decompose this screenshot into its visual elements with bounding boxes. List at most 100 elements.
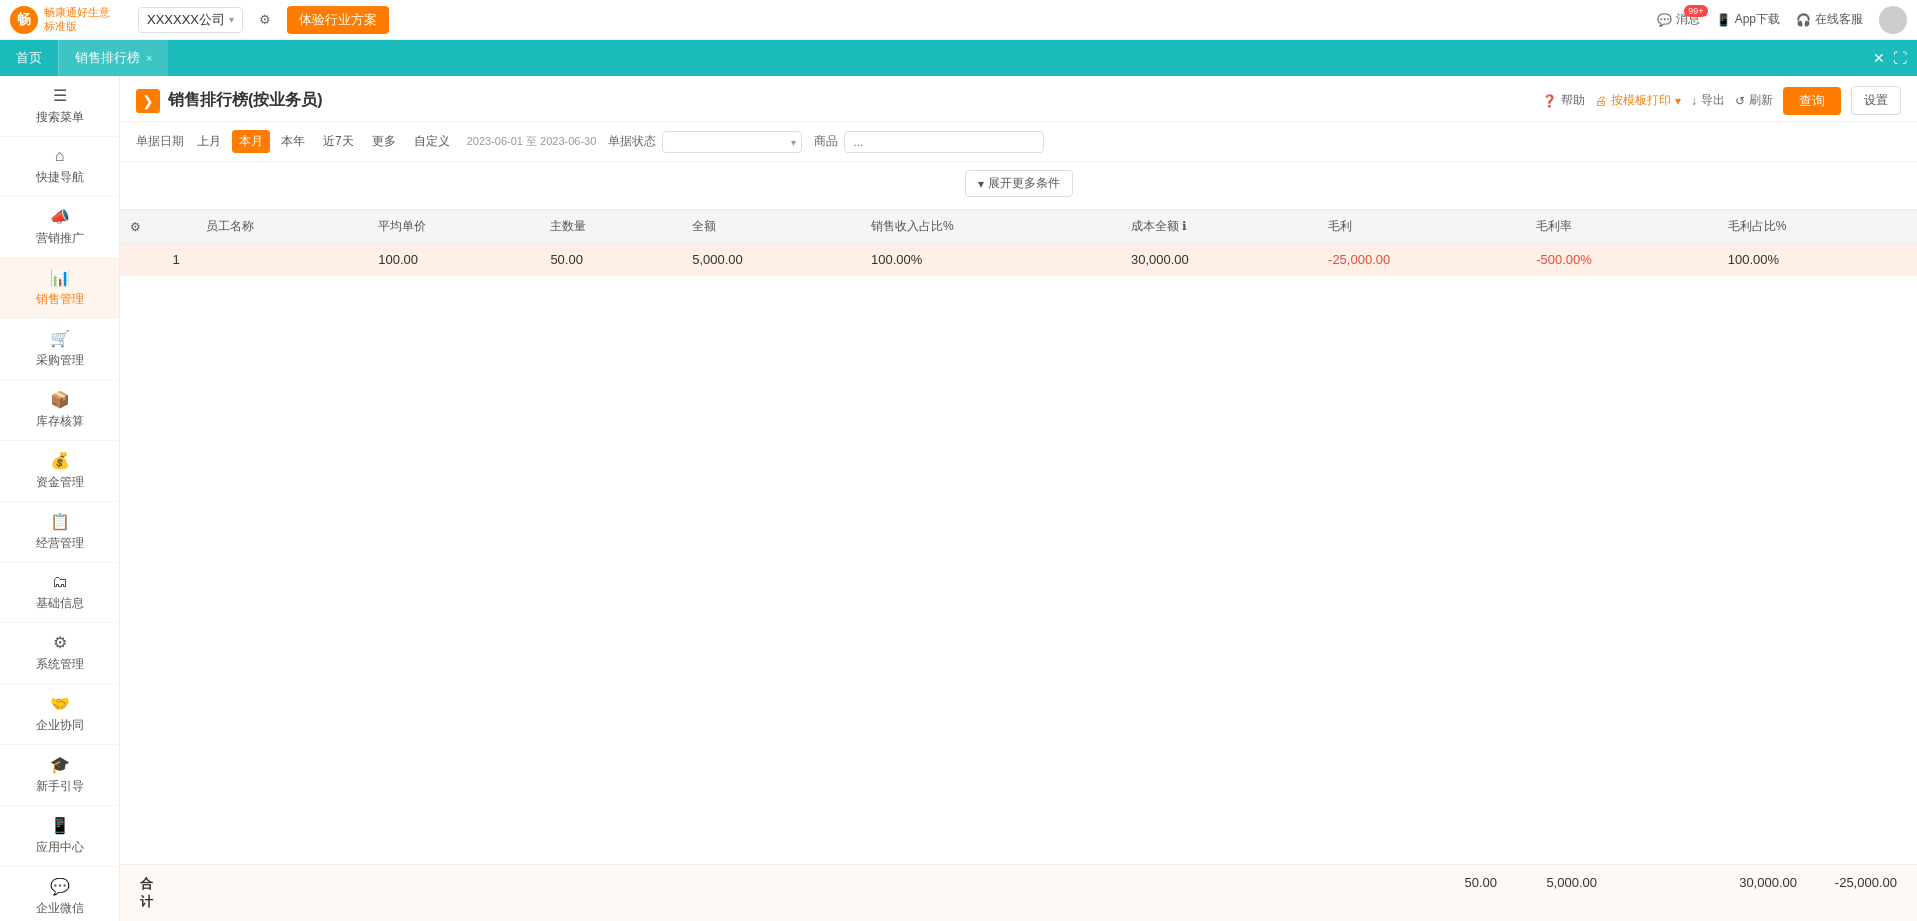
- settings-button[interactable]: 设置: [1851, 86, 1901, 115]
- sidebar-item-wechat[interactable]: 💬 企业微信: [0, 867, 119, 921]
- shortcut-7days[interactable]: 近7天: [316, 130, 361, 153]
- status-select-wrapper: [662, 131, 802, 153]
- tab-bar: 首页 销售排行榜 × ✕ ⛶: [0, 40, 1917, 76]
- footer-spacer1: [170, 873, 1427, 913]
- tab-home[interactable]: 首页: [0, 40, 59, 76]
- table-container: ⚙ 员工名称 平均单价 主数量 全额 销售收入占比% 成本全额 ℹ 毛利 毛利率…: [120, 210, 1917, 864]
- sidebar-item-sales[interactable]: 📊 销售管理: [0, 258, 119, 319]
- app-download-label: App下载: [1735, 11, 1780, 28]
- trial-button[interactable]: 体验行业方案: [287, 6, 389, 34]
- message-btn[interactable]: 💬 消息 99+: [1657, 11, 1700, 28]
- date-filter-group: 单据日期 上月 本月 本年 近7天 更多 自定义 2023-06-01 至 20…: [136, 130, 596, 153]
- shortcut-this-year[interactable]: 本年: [274, 130, 312, 153]
- help-btn[interactable]: ❓ 帮助: [1542, 92, 1585, 109]
- page-header: ❯ 销售排行榜(按业务员) ❓ 帮助 🖨 按模板打印 ▾ ↓ 导出: [120, 76, 1917, 122]
- row-sales-ratio-cell: 100.00%: [861, 244, 1121, 276]
- shortcut-more[interactable]: 更多: [365, 130, 403, 153]
- tab-expand-icon[interactable]: ⛶: [1893, 50, 1907, 66]
- print-dropdown-icon: ▾: [1675, 94, 1681, 108]
- sidebar-item-label-quicknav: 快捷导航: [36, 169, 84, 186]
- sidebar-item-guide[interactable]: 🎓 新手引导: [0, 745, 119, 806]
- finance-icon: 💰: [50, 451, 70, 470]
- sidebar-item-collab[interactable]: 🤝 企业协同: [0, 684, 119, 745]
- sidebar-item-apps[interactable]: 📱 应用中心: [0, 806, 119, 867]
- print-icon: 🖨: [1595, 94, 1607, 108]
- sales-ranking-table: ⚙ 员工名称 平均单价 主数量 全额 销售收入占比% 成本全额 ℹ 毛利 毛利率…: [120, 210, 1917, 276]
- col-main-qty: 主数量: [540, 210, 682, 244]
- refresh-icon: ↺: [1735, 94, 1745, 108]
- refresh-label: 刷新: [1749, 92, 1773, 109]
- help-icon: ❓: [1542, 94, 1557, 108]
- shortcut-last-month[interactable]: 上月: [190, 130, 228, 153]
- sidebar-item-label-sales: 销售管理: [36, 291, 84, 308]
- status-select[interactable]: [662, 131, 802, 153]
- tab-label: 销售排行榜: [75, 49, 140, 67]
- goods-input[interactable]: [844, 131, 1044, 153]
- col-gross-ratio: 毛利占比%: [1718, 210, 1917, 244]
- logo-text: 畅康通好生意 标准版: [44, 6, 110, 32]
- message-icon: 💬: [1657, 13, 1672, 27]
- sidebar-item-label-system: 系统管理: [36, 656, 84, 673]
- sidebar-item-basics[interactable]: 🗂 基础信息: [0, 563, 119, 623]
- sidebar-item-system[interactable]: ⚙ 系统管理: [0, 623, 119, 684]
- row-main-qty-cell: 50.00: [540, 244, 682, 276]
- company-selector[interactable]: XXXXXX公司 ▾: [138, 7, 243, 33]
- footer-main-qty: 50.00: [1427, 873, 1507, 913]
- date-shortcuts: 上月 本月 本年 近7天 更多 自定义: [190, 130, 457, 153]
- col-settings[interactable]: ⚙: [120, 210, 156, 244]
- company-name: XXXXXX公司: [147, 11, 225, 29]
- sales-icon: 📊: [50, 268, 70, 287]
- col-cost-amount: 成本全额 ℹ: [1121, 210, 1318, 244]
- tab-sales-ranking[interactable]: 销售排行榜 ×: [59, 40, 168, 76]
- shortcut-custom[interactable]: 自定义: [407, 130, 457, 153]
- basics-icon: 🗂: [52, 573, 68, 591]
- export-btn[interactable]: ↓ 导出: [1691, 92, 1725, 109]
- date-filter-label: 单据日期: [136, 133, 184, 150]
- system-icon: ⚙: [53, 633, 67, 652]
- goods-filter-group: 商品: [814, 131, 1044, 153]
- row-gross-ratio-cell: 100.00%: [1718, 244, 1917, 276]
- sidebar-item-finance[interactable]: 💰 资金管理: [0, 441, 119, 502]
- sidebar-item-operations[interactable]: 📋 经营管理: [0, 502, 119, 563]
- sidebar-item-purchase[interactable]: 🛒 采购管理: [0, 319, 119, 380]
- topbar-settings-icon[interactable]: ⚙: [251, 6, 279, 34]
- sidebar-item-inventory[interactable]: 📦 库存核算: [0, 380, 119, 441]
- expand-label: 展开更多条件: [988, 175, 1060, 192]
- search-menu-icon: ☰: [53, 86, 67, 105]
- sidebar-item-search[interactable]: ☰ 搜索菜单: [0, 76, 119, 137]
- expand-filter-btn[interactable]: ▾ 展开更多条件: [965, 170, 1073, 197]
- row-employee-cell: [196, 244, 368, 276]
- row-settings-cell: [120, 244, 156, 276]
- query-button[interactable]: 查询: [1783, 87, 1841, 115]
- refresh-btn[interactable]: ↺ 刷新: [1735, 92, 1773, 109]
- status-filter-group: 单据状态: [608, 131, 802, 153]
- table-header: ⚙ 员工名称 平均单价 主数量 全额 销售收入占比% 成本全额 ℹ 毛利 毛利率…: [120, 210, 1917, 244]
- page-actions: ❓ 帮助 🖨 按模板打印 ▾ ↓ 导出 ↺ 刷新 查询 设置: [1542, 86, 1901, 115]
- sidebar-item-marketing[interactable]: 📣 营销推广: [0, 197, 119, 258]
- tab-close-icon[interactable]: ×: [146, 52, 152, 64]
- row-cost-amount-cell: 30,000.00: [1121, 244, 1318, 276]
- col-rank: [156, 210, 196, 244]
- user-avatar[interactable]: [1879, 6, 1907, 34]
- collapse-filter-btn[interactable]: ❯: [136, 89, 160, 113]
- sidebar-item-label-apps: 应用中心: [36, 839, 84, 856]
- page-title: 销售排行榜(按业务员): [168, 90, 323, 111]
- expand-icon: ▾: [978, 177, 984, 191]
- tab-close-window-icon[interactable]: ✕: [1873, 50, 1885, 66]
- sidebar: ☰ 搜索菜单 ⌂ 快捷导航 📣 营销推广 📊 销售管理 🛒 采购管理 📦 库存核…: [0, 76, 120, 921]
- online-support-btn[interactable]: 🎧 在线客服: [1796, 11, 1863, 28]
- help-label: 帮助: [1561, 92, 1585, 109]
- sidebar-item-label-operations: 经营管理: [36, 535, 84, 552]
- logo-icon: 畅: [10, 6, 38, 34]
- table-row: 1 100.00 50.00 5,000.00 100.00% 30,000.0…: [120, 244, 1917, 276]
- sidebar-item-label-purchase: 采购管理: [36, 352, 84, 369]
- sidebar-item-quicknav[interactable]: ⌂ 快捷导航: [0, 137, 119, 197]
- operations-icon: 📋: [50, 512, 70, 531]
- app-download-btn[interactable]: 📱 App下载: [1716, 11, 1780, 28]
- col-employee: 员工名称: [196, 210, 368, 244]
- sidebar-item-label-marketing: 营销推广: [36, 230, 84, 247]
- footer-gross-profit: -25,000.00: [1807, 873, 1907, 913]
- shortcut-this-month[interactable]: 本月: [232, 130, 270, 153]
- table-footer: 合计 50.00 5,000.00 30,000.00 -25,000.00: [120, 864, 1917, 921]
- template-print-btn[interactable]: 🖨 按模板打印 ▾: [1595, 92, 1681, 109]
